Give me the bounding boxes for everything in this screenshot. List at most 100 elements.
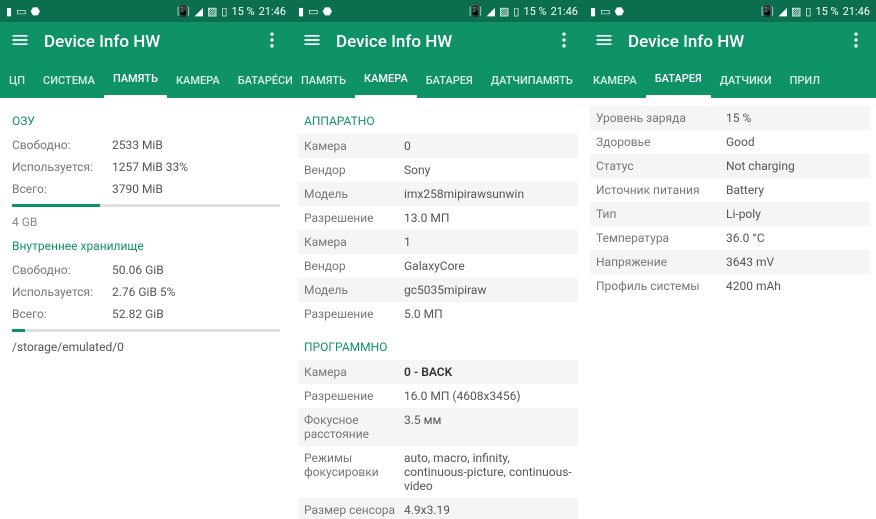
value: 5.0 МП	[404, 307, 572, 321]
label: Всего:	[12, 307, 112, 321]
value: 1	[404, 235, 572, 249]
label: Модель	[304, 283, 404, 297]
value: 36.0 °C	[726, 231, 864, 245]
vibrate-icon: 📳	[761, 5, 775, 18]
value: 4.9x3.19	[404, 503, 572, 517]
storage-progress	[12, 329, 280, 332]
app-bar: Device Info HW	[0, 22, 292, 62]
content-battery: Уровень заряда15 % ЗдоровьеGood СтатусNo…	[584, 98, 876, 519]
notification-icon: ▮	[298, 5, 304, 18]
battery-icon: ▯	[805, 5, 811, 18]
vibrate-icon: 📳	[177, 5, 191, 18]
section-software: ПРОГРАММНО	[304, 340, 572, 354]
value: 16.0 МП (4608x3456)	[404, 389, 572, 403]
app-bar: Device Info HW	[584, 22, 876, 62]
more-icon[interactable]	[262, 30, 282, 54]
value: 3790 MiB	[112, 182, 280, 196]
label: Камера	[304, 235, 404, 249]
ram-progress	[12, 204, 280, 207]
label: Режимы фокусировки	[304, 451, 404, 493]
tab-camera[interactable]: КАМЕРА	[355, 62, 417, 98]
value: 3643 mV	[726, 255, 864, 269]
status-bar: ▮ ▭ ⬣ 📳 ◢ ▨ ▯ 15 % 21:46	[0, 0, 292, 22]
value: gc5035mipiraw	[404, 283, 572, 297]
value: Good	[726, 135, 864, 149]
tab-camera[interactable]: КАМЕРА	[167, 62, 229, 98]
notification-icon: ⬣	[322, 5, 332, 18]
tab-memory[interactable]: ПАМЯТЬ	[292, 62, 355, 98]
notification-icon: ▭	[600, 5, 610, 18]
section-ram: ОЗУ	[12, 114, 280, 128]
value: auto, macro, infinity, continuous-pictur…	[404, 451, 572, 493]
notification-icon: ▭	[16, 5, 26, 18]
screen-camera: ▮ ▭ ⬣ 📳 ◢ ▨ ▯ 15 % 21:46 Device Info HW …	[292, 0, 584, 519]
tab-sensors[interactable]: ДАТЧИКИ	[711, 62, 781, 98]
value: 0	[404, 139, 572, 153]
clock: 21:46	[551, 5, 578, 18]
value: 0 - BACK	[404, 365, 572, 379]
label: Камера	[304, 139, 404, 153]
label: Статус	[596, 159, 726, 173]
battery-percent: 15 %	[231, 5, 254, 18]
label: Вендор	[304, 163, 404, 177]
tab-cpu[interactable]: ЦП	[0, 62, 34, 98]
label: Используется:	[12, 160, 112, 174]
status-bar: ▮ ▭ ⬣ 📳 ◢ ▨ ▯ 15 % 21:46	[584, 0, 876, 22]
value: 15 %	[726, 111, 864, 125]
more-icon[interactable]	[846, 30, 866, 54]
value: 13.0 МП	[404, 211, 572, 225]
label: Профиль системы	[596, 279, 726, 293]
tab-apps[interactable]: ПРИЛ	[781, 62, 829, 98]
value: 52.82 GiB	[112, 307, 280, 321]
label: Уровень заряда	[596, 111, 726, 125]
tab-sensors-memory[interactable]: ДАТЧИПАМЯТЬ	[482, 62, 582, 98]
tab-system[interactable]: СИСТЕМА	[34, 62, 104, 98]
tab-battery[interactable]: БАТАРЕЯ	[646, 62, 711, 98]
app-title: Device Info HW	[44, 32, 262, 52]
value: 1257 MiB 33%	[112, 160, 280, 174]
label: Свободно:	[12, 263, 112, 277]
label: Камера	[304, 365, 404, 379]
tab-battery-system[interactable]: БАТАРÉСИСТЕМА	[229, 62, 292, 98]
label: Фокусное расстояние	[304, 413, 404, 441]
value: 4200 mAh	[726, 279, 864, 293]
value: Not charging	[726, 159, 864, 173]
value: 2.76 GiB 5%	[112, 285, 280, 299]
label: Размер сенсора	[304, 503, 404, 517]
section-hardware: АППАРАТНО	[304, 114, 572, 128]
notification-icon: ▮	[6, 5, 12, 18]
value: 3.5 мм	[404, 413, 572, 441]
battery-icon: ▯	[513, 5, 519, 18]
label: Свободно:	[12, 138, 112, 152]
tab-battery[interactable]: БАТАРЕЯ	[417, 62, 482, 98]
clock: 21:46	[843, 5, 870, 18]
value: imx258mipirawsunwin	[404, 187, 572, 201]
content-memory: ОЗУ Свободно:2533 MiB Используется:1257 …	[0, 98, 292, 519]
ram-capacity: 4 GB	[12, 215, 280, 229]
app-title: Device Info HW	[336, 32, 554, 52]
no-sim-icon: ▨	[499, 5, 509, 18]
tab-camera[interactable]: КАМЕРА	[584, 62, 646, 98]
storage-path: /storage/emulated/0	[12, 340, 280, 354]
label: Разрешение	[304, 307, 404, 321]
status-bar: ▮ ▭ ⬣ 📳 ◢ ▨ ▯ 15 % 21:46	[292, 0, 584, 22]
label: Напряжение	[596, 255, 726, 269]
notification-icon: ⬣	[30, 5, 40, 18]
screen-memory: ▮ ▭ ⬣ 📳 ◢ ▨ ▯ 15 % 21:46 Device Info HW …	[0, 0, 292, 519]
tab-bar: КАМЕРА БАТАРЕЯ ДАТЧИКИ ПРИЛ	[584, 62, 876, 98]
menu-icon[interactable]	[10, 30, 30, 54]
menu-icon[interactable]	[302, 30, 322, 54]
label: Разрешение	[304, 211, 404, 225]
no-sim-icon: ▨	[207, 5, 217, 18]
more-icon[interactable]	[554, 30, 574, 54]
notification-icon: ⬣	[614, 5, 624, 18]
label: Разрешение	[304, 389, 404, 403]
menu-icon[interactable]	[594, 30, 614, 54]
screen-battery: ▮ ▭ ⬣ 📳 ◢ ▨ ▯ 15 % 21:46 Device Info HW …	[584, 0, 876, 519]
label: Здоровье	[596, 135, 726, 149]
wifi-icon: ◢	[779, 5, 787, 18]
no-sim-icon: ▨	[791, 5, 801, 18]
label: Вендор	[304, 259, 404, 273]
label: Температура	[596, 231, 726, 245]
tab-memory[interactable]: ПАМЯТЬ	[104, 62, 167, 98]
